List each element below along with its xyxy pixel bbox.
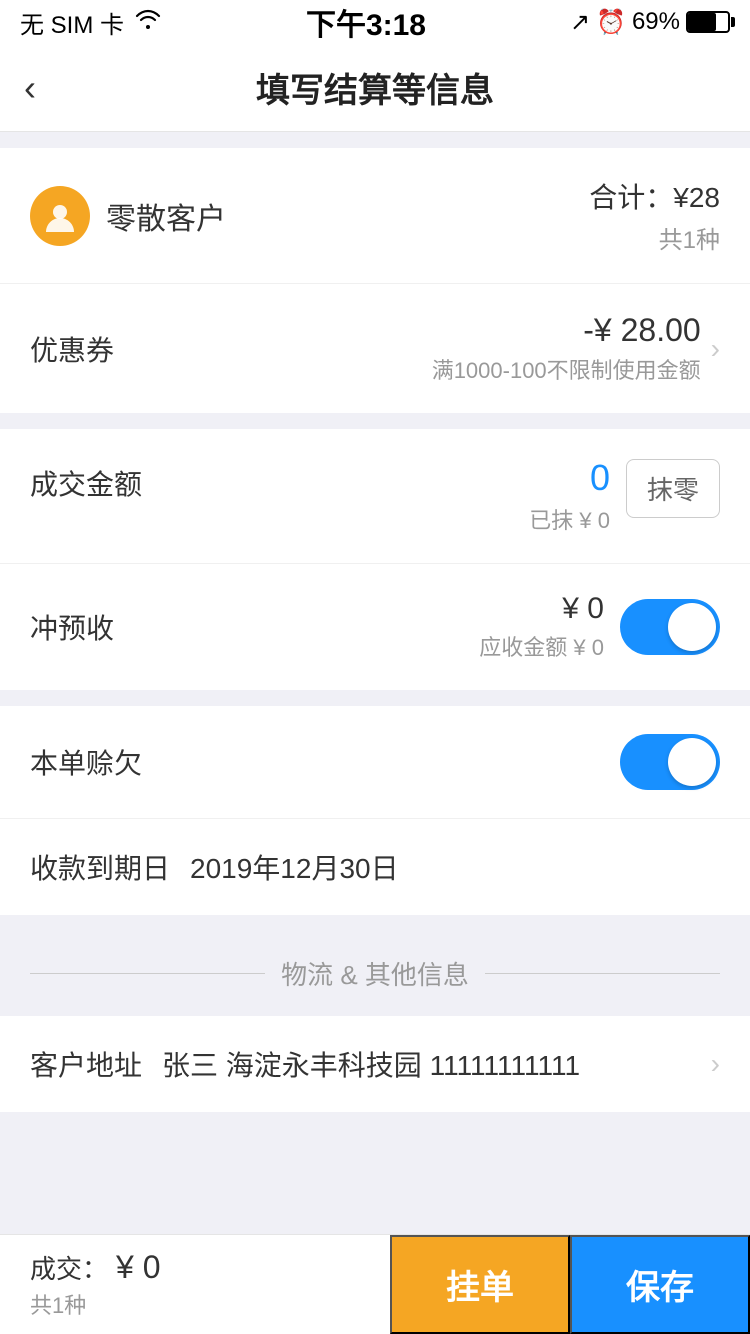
address-chevron-icon: › <box>711 1048 720 1080</box>
address-row[interactable]: 客户地址 张三 海淀永丰科技园 11111111111 › <box>0 1016 750 1112</box>
logistics-divider: 物流 & 其他信息 <box>0 931 750 1016</box>
hold-button[interactable]: 挂单 <box>390 1235 570 1334</box>
status-left: 无 SIM 卡 <box>20 5 162 40</box>
address-value: 张三 海淀永丰科技园 11111111111 <box>162 1044 711 1084</box>
round-button[interactable]: 抹零 <box>626 459 720 518</box>
location-icon: ↗ <box>570 8 590 37</box>
coupon-row[interactable]: 优惠券 -¥ 28.00 满1000-100不限制使用金额 › <box>0 283 750 413</box>
transaction-amount: 0 <box>529 457 610 499</box>
address-card: 客户地址 张三 海淀永丰科技园 11111111111 › <box>0 1016 750 1112</box>
transaction-label: 成交金额 <box>30 457 142 503</box>
customer-card: 零散客户 合计：¥28 共1种 优惠券 -¥ 28.00 满1000-100不限… <box>0 148 750 413</box>
transaction-row: 成交金额 0 已抹 ¥ 0 抹零 <box>0 429 750 563</box>
customer-row: 零散客户 合计：¥28 共1种 <box>0 148 750 283</box>
alarm-icon: ⏰ <box>596 8 626 37</box>
bottom-count: 共1种 <box>30 1288 360 1320</box>
coupon-label: 优惠券 <box>30 329 114 369</box>
credit-card: 本单赊欠 收款到期日 2019年12月30日 <box>0 706 750 915</box>
prepay-toggle[interactable] <box>620 599 720 655</box>
divider-line-left <box>30 973 265 974</box>
save-button[interactable]: 保存 <box>570 1235 750 1334</box>
coupon-value: -¥ 28.00 满1000-100不限制使用金额 <box>432 312 701 385</box>
customer-total: 合计：¥28 <box>589 176 720 216</box>
status-right: ↗ ⏰ 69% <box>570 8 730 37</box>
wifi-icon <box>134 8 162 36</box>
customer-avatar <box>30 186 90 246</box>
customer-left: 零散客户 <box>30 186 226 246</box>
transaction-amount-block: 0 已抹 ¥ 0 <box>529 457 610 535</box>
prepay-sub: 应收金额 ¥ 0 <box>479 630 604 662</box>
due-row: 收款到期日 2019年12月30日 <box>0 818 750 915</box>
battery-percent: 69% <box>632 8 680 36</box>
prepay-row: 冲预收 ¥ 0 应收金额 ¥ 0 <box>0 563 750 690</box>
status-bar: 无 SIM 卡 下午3:18 ↗ ⏰ 69% <box>0 0 750 44</box>
back-button[interactable]: ‹ <box>24 67 36 109</box>
credit-toggle-knob <box>668 738 716 786</box>
customer-name: 零散客户 <box>106 194 226 238</box>
bottom-bar: 成交： ¥ 0 共1种 挂单 保存 <box>0 1234 750 1334</box>
coupon-desc: 满1000-100不限制使用金额 <box>432 353 701 385</box>
content: 零散客户 合计：¥28 共1种 优惠券 -¥ 28.00 满1000-100不限… <box>0 148 750 1248</box>
page-title: 填写结算等信息 <box>256 63 494 112</box>
credit-toggle[interactable] <box>620 734 720 790</box>
status-time: 下午3:18 <box>306 0 426 44</box>
no-sim-text: 无 SIM 卡 <box>20 5 124 40</box>
chevron-right-icon: › <box>711 333 720 365</box>
toggle-knob <box>668 603 716 651</box>
bottom-transaction-amount: ¥ 0 <box>116 1249 160 1286</box>
due-label: 收款到期日 <box>30 847 170 887</box>
divider-line-right <box>485 973 720 974</box>
logistics-label: 物流 & 其他信息 <box>281 955 469 992</box>
credit-label: 本单赊欠 <box>30 742 142 782</box>
bottom-transaction: 成交： ¥ 0 <box>30 1249 360 1286</box>
coupon-right: -¥ 28.00 满1000-100不限制使用金额 › <box>432 312 720 385</box>
prepay-right: ¥ 0 应收金额 ¥ 0 <box>479 592 720 662</box>
customer-right: 合计：¥28 共1种 <box>589 176 720 255</box>
battery-icon <box>686 11 730 33</box>
bottom-transaction-label: 成交： <box>30 1249 108 1286</box>
due-date: 2019年12月30日 <box>190 847 399 887</box>
bottom-summary: 成交： ¥ 0 共1种 <box>0 1249 390 1320</box>
prepay-main: ¥ 0 <box>479 592 604 626</box>
transaction-card: 成交金额 0 已抹 ¥ 0 抹零 冲预收 ¥ 0 应收金额 ¥ 0 <box>0 429 750 690</box>
prepay-label: 冲预收 <box>30 607 114 647</box>
address-label: 客户地址 <box>30 1044 142 1084</box>
nav-bar: ‹ 填写结算等信息 <box>0 44 750 132</box>
transaction-right: 0 已抹 ¥ 0 抹零 <box>529 457 720 535</box>
transaction-deducted: 已抹 ¥ 0 <box>529 503 610 535</box>
customer-count: 共1种 <box>589 220 720 255</box>
coupon-discount: -¥ 28.00 <box>432 312 701 349</box>
credit-row: 本单赊欠 <box>0 706 750 818</box>
prepay-amounts: ¥ 0 应收金额 ¥ 0 <box>479 592 604 662</box>
